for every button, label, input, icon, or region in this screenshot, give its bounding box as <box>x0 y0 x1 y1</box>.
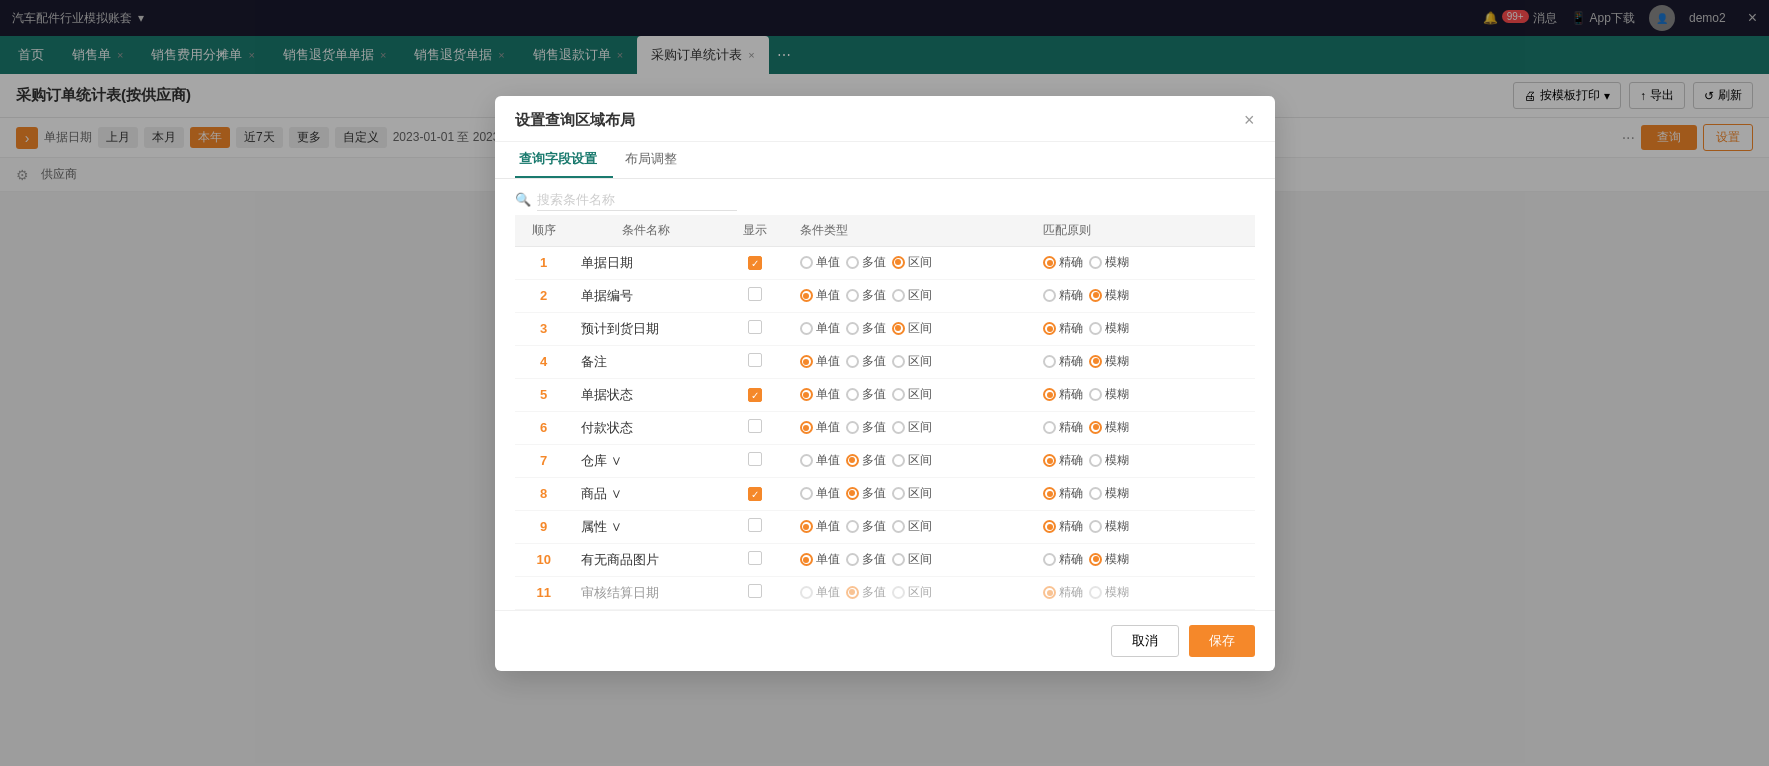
dialog-tab-fields[interactable]: 查询字段设置 <box>515 142 613 178</box>
dialog: 设置查询区域布局 × 查询字段设置 布局调整 🔍 顺序 条件名称 <box>495 96 1275 193</box>
dialog-header: 设置查询区域布局 × <box>495 96 1275 142</box>
dialog-tab-layout[interactable]: 布局调整 <box>621 142 693 178</box>
modal-overlay: 设置查询区域布局 × 查询字段设置 布局调整 🔍 顺序 条件名称 <box>0 0 1769 192</box>
dialog-tab-fields-label: 查询字段设置 <box>519 151 597 166</box>
dialog-search: 🔍 <box>495 179 1275 193</box>
search-input[interactable] <box>537 189 737 193</box>
dialog-title: 设置查询区域布局 <box>515 111 635 130</box>
dialog-tab-layout-label: 布局调整 <box>625 151 677 166</box>
dialog-tabs: 查询字段设置 布局调整 <box>495 142 1275 179</box>
dialog-close-button[interactable]: × <box>1244 110 1255 131</box>
